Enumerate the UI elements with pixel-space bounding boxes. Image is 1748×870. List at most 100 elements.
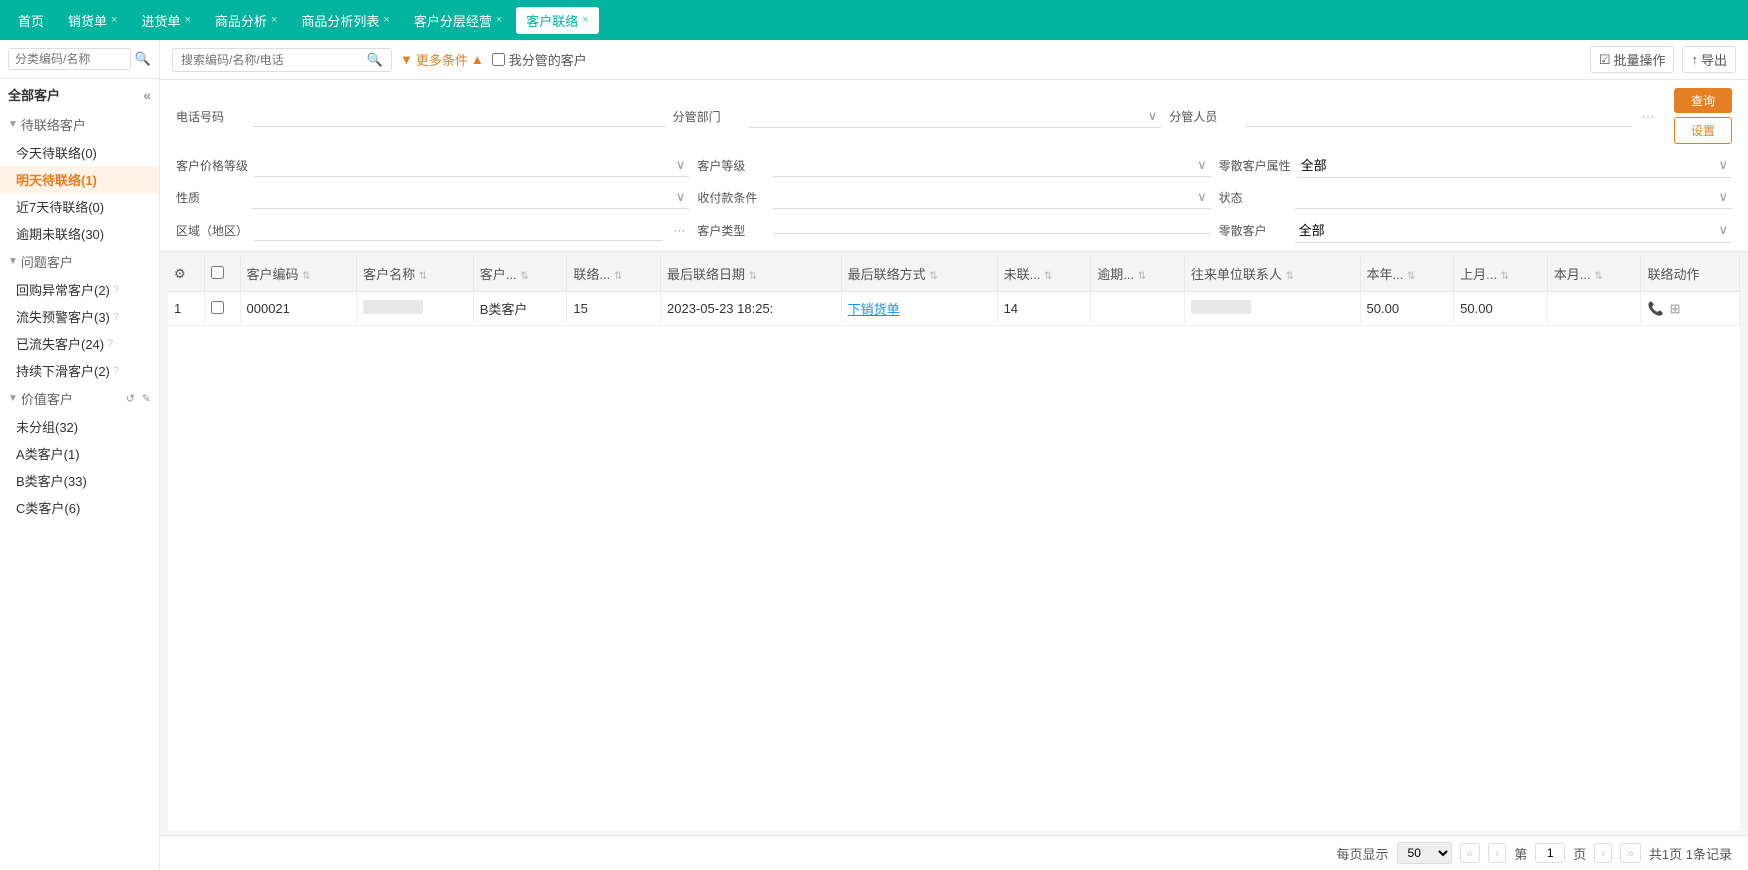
select-all-checkbox[interactable] <box>211 266 224 279</box>
person-more[interactable]: ··· <box>1638 106 1658 126</box>
filter-retail-attr-select[interactable]: 全部 ∨ <box>1297 152 1732 178</box>
sidebar-item-b-class[interactable]: B类客户(33) <box>0 467 159 494</box>
sort-icon-method[interactable]: ⇅ <box>929 271 937 282</box>
filter-payment-select[interactable]: ∨ <box>773 186 1210 209</box>
col-related-contact: 往来单位联系人 ⇅ <box>1184 256 1360 292</box>
sort-icon-related[interactable]: ⇅ <box>1286 271 1294 282</box>
filter-dept-select[interactable]: ∨ <box>749 105 1162 128</box>
nav-item-label-0: 销货单 <box>68 11 107 30</box>
filter-region-input[interactable] <box>254 220 663 241</box>
sidebar-item-warning[interactable]: 流失预警客户(3) ? <box>0 303 159 330</box>
help-icon-3: ? <box>113 365 119 377</box>
sidebar-item-c-class[interactable]: C类客户(6) <box>0 494 159 521</box>
toolbar-search-input[interactable] <box>181 53 361 67</box>
sidebar-item-a-class[interactable]: A类客户(1) <box>0 440 159 467</box>
edit-icon[interactable]: ✎ <box>142 392 151 405</box>
all-customers-header[interactable]: 全部客户 « <box>0 79 159 110</box>
nav-close-1[interactable]: × <box>184 14 190 26</box>
nav-item-0[interactable]: 销货单 × <box>58 7 127 34</box>
toolbar-search-box: 🔍 <box>172 48 392 72</box>
toolbar-search-icon[interactable]: 🔍 <box>367 52 383 68</box>
nav-close-5[interactable]: × <box>582 14 588 26</box>
row-checkbox-0[interactable] <box>211 301 224 314</box>
sidebar-search-icon[interactable]: 🔍 <box>135 51 151 67</box>
batch-op-button[interactable]: ☑ 批量操作 <box>1590 46 1675 73</box>
cell-last-method-0[interactable]: 下销货单 <box>841 292 997 326</box>
filter-gender-select[interactable]: ∨ <box>252 186 689 209</box>
sidebar-search-input[interactable] <box>8 48 131 70</box>
col-settings[interactable]: ⚙ <box>168 256 204 292</box>
next-page-btn[interactable]: › <box>1594 843 1612 863</box>
filter-panel: 电话号码 分管部门 ∨ 分管人员 ··· 查询 设置 <box>160 80 1748 252</box>
filter-person-label: 分管人员 <box>1169 108 1239 125</box>
filter-person-input[interactable] <box>1245 106 1632 127</box>
nav-item-label-4: 客户分层经营 <box>414 11 492 30</box>
sort-icon-name[interactable]: ⇅ <box>419 271 427 282</box>
contact-method-link-0[interactable]: 下销货单 <box>848 302 900 317</box>
table-body: 1 000021 B类客户 15 2023-05-23 18:25: 下销货单 … <box>168 292 1740 326</box>
sort-icon-type[interactable]: ⇅ <box>520 271 528 282</box>
nav-item-3[interactable]: 商品分析列表 × <box>291 7 399 34</box>
sort-icon-this-month[interactable]: ⇅ <box>1594 271 1602 282</box>
col-checkbox[interactable] <box>204 256 240 292</box>
sort-icon-year[interactable]: ⇅ <box>1407 271 1415 282</box>
sort-icon-contact[interactable]: ⇅ <box>614 271 622 282</box>
filter-label: 更多条件 <box>416 50 468 69</box>
action-call-0[interactable]: 📞 <box>1647 301 1663 317</box>
my-customers-checkbox[interactable] <box>492 53 505 66</box>
prev-page-btn[interactable]: ‹ <box>1488 843 1506 863</box>
sidebar-item-declining[interactable]: 持续下滑客户(2) ? <box>0 357 159 384</box>
nav-item-4[interactable]: 客户分层经营 × <box>404 7 512 34</box>
filter-status-select[interactable]: ∨ <box>1295 186 1732 209</box>
page-input[interactable] <box>1535 843 1565 863</box>
sort-icon-code[interactable]: ⇅ <box>302 271 310 282</box>
refresh-icon[interactable]: ↺ <box>126 392 135 405</box>
filter-customer-grade-select[interactable]: ∨ <box>773 154 1210 177</box>
nav-close-3[interactable]: × <box>383 14 389 26</box>
sidebar-search-area: 🔍 <box>0 40 159 79</box>
filter-row-3: 性质 ∨ 收付款条件 ∨ 状态 <box>176 186 1732 209</box>
filter-customer-type-select[interactable] <box>773 227 1210 234</box>
export-button[interactable]: ↑ 导出 <box>1682 46 1736 73</box>
my-customers-checkbox-area[interactable]: 我分管的客户 <box>492 50 587 69</box>
region-more[interactable]: ··· <box>669 220 689 240</box>
per-page-select[interactable]: 50 100 200 <box>1397 842 1452 864</box>
filter-customer-type-label: 客户类型 <box>697 222 767 239</box>
filter-retail-customer-select[interactable]: 全部 ∨ <box>1295 217 1732 243</box>
first-page-btn[interactable]: « <box>1460 843 1481 863</box>
help-icon-0: ? <box>113 284 119 296</box>
query-button[interactable]: 查询 <box>1674 88 1732 113</box>
sidebar-item-today[interactable]: 今天待联络(0) <box>0 139 159 166</box>
filter-value-grade-select[interactable]: ∨ <box>254 154 689 177</box>
filter-phone: 电话号码 <box>176 106 665 127</box>
nav-item-5[interactable]: 客户联络 × <box>516 7 598 34</box>
nav-close-2[interactable]: × <box>271 14 277 26</box>
col-this-year-label: 本年... <box>1367 267 1404 282</box>
last-page-btn[interactable]: » <box>1620 843 1641 863</box>
help-icon-2: ? <box>107 338 113 350</box>
nav-item-1[interactable]: 进货单 × <box>131 7 200 34</box>
nav-close-0[interactable]: × <box>111 14 117 26</box>
col-overdue: 逾期... ⇅ <box>1091 256 1185 292</box>
sidebar-item-lost[interactable]: 已流失客户(24) ? <box>0 330 159 357</box>
sort-icon-overdue[interactable]: ⇅ <box>1138 271 1146 282</box>
sidebar-item-7days[interactable]: 近7天待联络(0) <box>0 193 159 220</box>
nav-item-2[interactable]: 商品分析 × <box>205 7 287 34</box>
cell-checkbox-0[interactable] <box>204 292 240 326</box>
content-area: 🔍 ▼ 更多条件 ▲ 我分管的客户 ☑ 批量操作 ↑ 导出 <box>160 40 1748 870</box>
sidebar-item-tomorrow[interactable]: 明天待联络(1) <box>0 166 159 193</box>
action-more-0[interactable]: ⊞ <box>1670 301 1681 317</box>
sort-icon-no-contact[interactable]: ⇅ <box>1044 271 1052 282</box>
set-button[interactable]: 设置 <box>1674 117 1732 144</box>
sort-icon-date[interactable]: ⇅ <box>749 271 757 282</box>
sort-icon-last-month[interactable]: ⇅ <box>1501 271 1509 282</box>
col-last-month-label: 上月... <box>1460 267 1497 282</box>
table-row: 1 000021 B类客户 15 2023-05-23 18:25: 下销货单 … <box>168 292 1740 326</box>
nav-close-4[interactable]: × <box>496 14 502 26</box>
filter-toggle[interactable]: ▼ 更多条件 ▲ <box>400 50 484 69</box>
sidebar-item-abnormal[interactable]: 回购异常客户(2) ? <box>0 276 159 303</box>
sidebar-item-overdue[interactable]: 逾期未联络(30) <box>0 220 159 247</box>
nav-home[interactable]: 首页 <box>8 7 54 34</box>
sidebar-item-ungrouped[interactable]: 未分组(32) <box>0 413 159 440</box>
filter-phone-input[interactable] <box>252 106 665 127</box>
